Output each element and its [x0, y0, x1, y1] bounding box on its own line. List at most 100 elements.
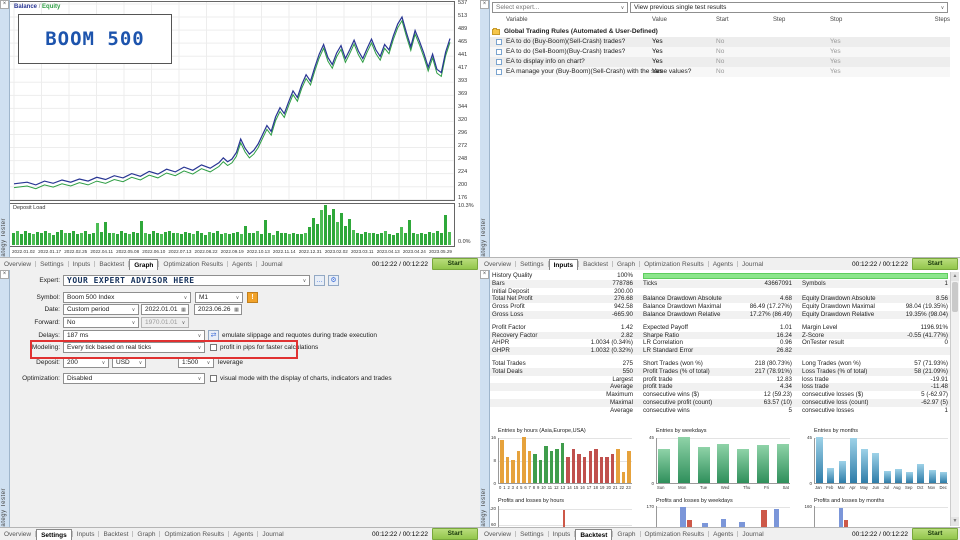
- close-icon[interactable]: ×: [480, 0, 489, 9]
- scroll-down-icon[interactable]: ▼: [951, 517, 959, 526]
- optimization-label: Optimization:: [22, 375, 60, 382]
- tab-graph[interactable]: Graph: [129, 258, 159, 270]
- deposit-bar: [368, 233, 371, 245]
- date-to-field[interactable]: 2023.06.26 ▦: [194, 304, 242, 315]
- expert-browse-button[interactable]: …: [314, 275, 325, 286]
- deposit-bar: [304, 232, 307, 245]
- tab-backtest[interactable]: Backtest: [95, 259, 128, 270]
- tab-backtest[interactable]: Backtest: [99, 529, 132, 540]
- variable-value[interactable]: Yes: [652, 37, 663, 47]
- close-icon[interactable]: ×: [0, 0, 9, 9]
- tab-optimization-results[interactable]: Optimization Results: [640, 259, 708, 270]
- visual-mode-checkbox[interactable]: [210, 375, 217, 382]
- strategy-tester-grid: × Strategy Tester Balance / Equity BOOM …: [0, 0, 960, 540]
- input-variable-row[interactable]: EA manage your (Buy-Boom)(Sell-Crash) wi…: [490, 67, 950, 77]
- variable-value[interactable]: Yes: [652, 47, 663, 57]
- inputs-group-row[interactable]: Global Trading Rules (Automated & User-D…: [490, 27, 950, 37]
- expert-properties-gear-icon[interactable]: ⚙: [328, 275, 339, 286]
- date-from-field[interactable]: 2022.01.01 ▦: [141, 304, 189, 315]
- tab-agents[interactable]: Agents: [709, 529, 737, 540]
- tab-inputs[interactable]: Inputs: [548, 258, 579, 270]
- symbol-dropdown[interactable]: Boom 500 Index ∨: [63, 292, 191, 303]
- tab-overview[interactable]: Overview: [0, 529, 35, 540]
- date-mode-dropdown[interactable]: Custom period ∨: [63, 304, 139, 315]
- tab-settings[interactable]: Settings: [36, 528, 72, 540]
- stat-value: 5: [788, 406, 792, 414]
- timeframe-dropdown[interactable]: M1 ∨: [195, 292, 243, 303]
- start-button[interactable]: Start: [912, 528, 958, 540]
- start-button[interactable]: Start: [912, 258, 958, 270]
- checkbox[interactable]: [496, 69, 502, 75]
- start-button[interactable]: Start: [432, 528, 478, 540]
- bar: [560, 442, 565, 483]
- tab-journal[interactable]: Journal: [738, 259, 767, 270]
- input-variable-row[interactable]: EA to display info on chart? Yes No Yes: [490, 57, 950, 67]
- tab-inputs[interactable]: Inputs: [69, 259, 95, 270]
- tab-settings[interactable]: Settings: [516, 259, 548, 270]
- x-tick-label: 22: [619, 485, 625, 490]
- tab-graph[interactable]: Graph: [613, 259, 639, 270]
- delays-dropdown[interactable]: 187 ms ∨: [63, 330, 205, 341]
- close-icon[interactable]: ×: [480, 270, 489, 279]
- checkbox[interactable]: [496, 49, 502, 55]
- tab-journal[interactable]: Journal: [257, 259, 286, 270]
- input-variable-row[interactable]: EA to do (Buy-Boom)(Sell-Crash) trades? Y…: [490, 37, 950, 47]
- tab-graph[interactable]: Graph: [133, 529, 159, 540]
- x-tick-label: Mon: [678, 485, 687, 490]
- checkbox[interactable]: [496, 59, 502, 65]
- tab-settings[interactable]: Settings: [36, 259, 68, 270]
- tab-overview[interactable]: Overview: [0, 259, 35, 270]
- tab-optimization-results[interactable]: Optimization Results: [160, 529, 228, 540]
- tab-backtest[interactable]: Backtest: [579, 259, 612, 270]
- y-axis-tick: 489: [458, 25, 468, 32]
- deposit-bar: [280, 233, 283, 245]
- tab-journal[interactable]: Journal: [258, 529, 287, 540]
- tab-graph[interactable]: Graph: [613, 529, 639, 540]
- y-tick-label: 45: [806, 435, 812, 440]
- scrollbar-thumb[interactable]: [952, 282, 958, 312]
- tab-settings[interactable]: Settings: [516, 529, 548, 540]
- tab-optimization-results[interactable]: Optimization Results: [641, 529, 709, 540]
- forward-dropdown[interactable]: No ∨: [63, 317, 139, 328]
- variable-value[interactable]: Yes: [652, 57, 663, 67]
- tab-overview[interactable]: Overview: [480, 529, 515, 540]
- deposit-amount-dropdown[interactable]: 200 ∨: [63, 357, 109, 368]
- tab-overview[interactable]: Overview: [480, 259, 515, 270]
- tab-agents[interactable]: Agents: [228, 259, 256, 270]
- x-tick-label: Sun: [657, 485, 665, 490]
- deposit-currency-dropdown[interactable]: USD ∨: [112, 357, 146, 368]
- select-expert-dropdown[interactable]: Select expert... ∨: [492, 2, 628, 13]
- tab-inputs[interactable]: Inputs: [73, 529, 99, 540]
- expert-dropdown[interactable]: YOUR EXPERT ADVISOR HERE ∨: [63, 275, 310, 286]
- deposit-bar: [244, 225, 247, 245]
- deposit-bar: [76, 234, 79, 245]
- results-selector-dropdown[interactable]: View previous single test results ∨: [630, 2, 948, 13]
- chevron-down-icon: ∨: [138, 359, 143, 366]
- y-axis-tick: 344: [458, 103, 468, 110]
- symbol-warning-icon[interactable]: !: [247, 292, 258, 303]
- scrollbar[interactable]: ▲ ▼: [950, 272, 959, 526]
- input-variable-row[interactable]: EA to do (Sell-Boom)(Buy-Crash) trades? Y…: [490, 47, 950, 57]
- x-tick-label: May: [860, 485, 869, 490]
- checkbox[interactable]: [496, 39, 502, 45]
- tab-journal[interactable]: Journal: [738, 529, 767, 540]
- tab-inputs[interactable]: Inputs: [549, 529, 575, 540]
- tab-backtest[interactable]: Backtest: [575, 528, 613, 540]
- optimization-dropdown[interactable]: Disabled ∨: [63, 373, 205, 384]
- leverage-dropdown[interactable]: 1:500 ∨: [178, 357, 214, 368]
- start-button[interactable]: Start: [432, 258, 478, 270]
- deposit-bar: [372, 232, 375, 245]
- deposit-bar: [360, 233, 363, 245]
- tab-optimization-results[interactable]: Optimization Results: [159, 259, 227, 270]
- profit-in-pips-checkbox[interactable]: [210, 344, 217, 351]
- deposit-bar: [284, 232, 287, 245]
- tab-agents[interactable]: Agents: [229, 529, 257, 540]
- bar: [816, 437, 823, 483]
- chart-plot: [814, 437, 948, 484]
- modeling-dropdown[interactable]: Every tick based on real ticks ∨: [63, 342, 205, 353]
- deposit-bar: [332, 208, 335, 245]
- tab-agents[interactable]: Agents: [709, 259, 737, 270]
- variable-value[interactable]: Yes: [652, 67, 663, 77]
- close-icon[interactable]: ×: [0, 270, 9, 279]
- scroll-up-icon[interactable]: ▲: [951, 272, 959, 281]
